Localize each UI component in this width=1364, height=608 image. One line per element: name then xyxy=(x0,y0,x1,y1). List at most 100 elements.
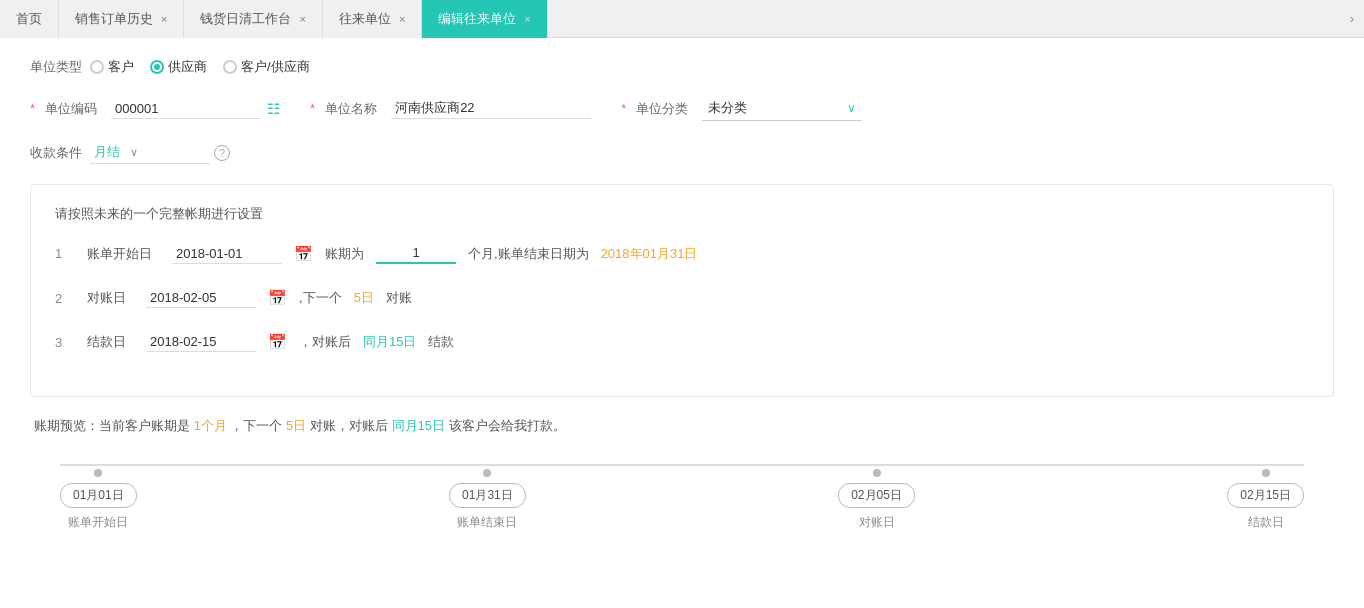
unit-category-label: 单位分类 xyxy=(636,100,688,118)
start-date-calendar-icon[interactable]: 📅 xyxy=(294,245,313,263)
period-end-date: 2018年01月31日 xyxy=(601,245,698,263)
tab-item-partner-units[interactable]: 往来单位× xyxy=(323,0,422,38)
tab-close-icon-partner-units[interactable]: × xyxy=(399,13,405,25)
row-label-3: 结款日 xyxy=(87,333,126,351)
timeline-label-2: 对账日 xyxy=(859,514,895,531)
payment-terms-help-icon[interactable]: ? xyxy=(214,145,230,161)
preview-highlight3: 同月15日 xyxy=(392,418,445,433)
preview-highlight2: 5日 xyxy=(286,418,306,433)
start-date-input[interactable] xyxy=(172,244,282,264)
tab-item-home[interactable]: 首页 xyxy=(0,0,59,38)
timeline-dot-2 xyxy=(873,469,881,477)
unit-code-label: 单位编码 xyxy=(45,100,97,118)
radio-label-both: 客户/供应商 xyxy=(241,58,310,76)
tab-close-icon-edit-partner[interactable]: × xyxy=(524,13,530,25)
timeline-dot-0 xyxy=(94,469,102,477)
timeline-node-1: 01月31日账单结束日 xyxy=(449,469,526,531)
unit-type-label: 单位类型 xyxy=(30,58,82,76)
unit-code-copy-icon[interactable]: ☷ xyxy=(267,100,280,118)
tab-item-cash-ledger[interactable]: 钱货日清工作台× xyxy=(184,0,322,38)
row-num-2: 2 xyxy=(55,291,75,306)
timeline-dot-1 xyxy=(483,469,491,477)
radio-customer[interactable]: 客户 xyxy=(90,58,134,76)
unit-code-input[interactable] xyxy=(111,99,261,119)
payment-date-calendar-icon[interactable]: 📅 xyxy=(268,333,287,351)
payment-desc-highlight: 同月15日 xyxy=(363,333,416,351)
payment-terms-row: 收款条件 月结 ∨ ? xyxy=(30,141,1334,164)
radio-supplier[interactable]: 供应商 xyxy=(150,58,207,76)
payment-date-input[interactable] xyxy=(146,332,256,352)
settings-row-3: 3 结款日 📅 ，对账后 同月15日 结款 xyxy=(55,332,1309,352)
unit-type-radio-group: 客户 供应商 客户/供应商 xyxy=(90,58,310,76)
unit-name-input[interactable] xyxy=(391,99,591,119)
reconcile-desc-suffix: 对账 xyxy=(386,289,412,307)
preview-text: 账期预览：当前客户账期是 1个月 ，下一个 5日 对账，对账后 同月15日 该客… xyxy=(30,417,1334,435)
period-label: 账期为 xyxy=(325,245,364,263)
reconcile-desc-prefix: ,下一个 xyxy=(299,289,342,307)
timeline-nodes: 01月01日账单开始日 01月31日账单结束日 02月05日对账日 02月15日结款日 xyxy=(60,469,1304,531)
tab-close-icon-sales-order-history[interactable]: × xyxy=(161,13,167,25)
timeline-badge-3: 02月15日 xyxy=(1227,483,1304,508)
timeline-node-0: 01月01日账单开始日 xyxy=(60,469,137,531)
radio-label-customer: 客户 xyxy=(108,58,134,76)
timeline-label-3: 结款日 xyxy=(1248,514,1284,531)
preview-suffix: 该客户会给我打款。 xyxy=(449,418,566,433)
timeline-label-0: 账单开始日 xyxy=(68,514,128,531)
row-num-3: 3 xyxy=(55,335,75,350)
timeline-label-1: 账单结束日 xyxy=(457,514,517,531)
reconcile-desc-highlight: 5日 xyxy=(354,289,374,307)
timeline-line xyxy=(60,464,1304,466)
required-star-name: * xyxy=(310,101,315,116)
required-star-cat: * xyxy=(621,101,626,116)
preview-highlight1: 1个月 xyxy=(194,418,227,433)
preview-mid1: ，下一个 xyxy=(230,418,282,433)
timeline-node-3: 02月15日结款日 xyxy=(1227,469,1304,531)
radio-circle-customer xyxy=(90,60,104,74)
settings-row-2: 2 对账日 📅 ,下一个 5日 对账 xyxy=(55,288,1309,308)
unit-type-row: 单位类型 客户 供应商 客户/供应商 xyxy=(30,58,1334,76)
unit-code-field: * 单位编码 ☷ xyxy=(30,99,280,119)
unit-name-label: 单位名称 xyxy=(325,100,377,118)
radio-circle-both xyxy=(223,60,237,74)
timeline-badge-2: 02月05日 xyxy=(838,483,915,508)
tabs-more-button[interactable]: › xyxy=(1340,0,1364,38)
period-unit-text: 个月,账单结束日期为 xyxy=(468,245,589,263)
radio-both[interactable]: 客户/供应商 xyxy=(223,58,310,76)
timeline: 01月01日账单开始日 01月31日账单结束日 02月05日对账日 02月15日结款日 xyxy=(30,459,1334,541)
payment-desc-suffix: 结款 xyxy=(428,333,454,351)
timeline-badge-1: 01月31日 xyxy=(449,483,526,508)
tabs-bar: 首页销售订单历史×钱货日清工作台×往来单位×编辑往来单位× › xyxy=(0,0,1364,38)
settings-box: 请按照未来的一个完整帐期进行设置 1 账单开始日 📅 账期为 个月,账单结束日期… xyxy=(30,184,1334,397)
tab-close-icon-cash-ledger[interactable]: × xyxy=(299,13,305,25)
payment-terms-arrow-icon: ∨ xyxy=(130,146,138,159)
period-value-input[interactable] xyxy=(376,243,456,264)
preview-mid2: 对账，对账后 xyxy=(310,418,388,433)
chevron-right-icon: › xyxy=(1350,11,1354,26)
unit-category-value: 未分类 xyxy=(708,99,847,117)
unit-name-field: * 单位名称 xyxy=(310,99,591,119)
unit-category-dropdown[interactable]: 未分类 ∨ xyxy=(702,96,862,121)
tab-item-sales-order-history[interactable]: 销售订单历史× xyxy=(59,0,184,38)
payment-terms-value: 月结 xyxy=(94,143,120,161)
timeline-node-2: 02月05日对账日 xyxy=(838,469,915,531)
radio-circle-supplier xyxy=(150,60,164,74)
timeline-badge-0: 01月01日 xyxy=(60,483,137,508)
timeline-dot-3 xyxy=(1262,469,1270,477)
row-label-2: 对账日 xyxy=(87,289,126,307)
unit-category-field: * 单位分类 未分类 ∨ xyxy=(621,96,862,121)
main-content: 单位类型 客户 供应商 客户/供应商 * 单位编码 ☷ * 单位名称 * 单位分类 … xyxy=(0,38,1364,608)
reconcile-date-calendar-icon[interactable]: 📅 xyxy=(268,289,287,307)
radio-label-supplier: 供应商 xyxy=(168,58,207,76)
field-row-1: * 单位编码 ☷ * 单位名称 * 单位分类 未分类 ∨ xyxy=(30,96,1334,121)
tab-item-edit-partner[interactable]: 编辑往来单位× xyxy=(422,0,547,38)
row-num-1: 1 xyxy=(55,246,75,261)
required-star-code: * xyxy=(30,101,35,116)
row-label-1: 账单开始日 xyxy=(87,245,152,263)
dropdown-arrow-icon: ∨ xyxy=(847,101,856,115)
payment-terms-label: 收款条件 xyxy=(30,144,82,162)
settings-title: 请按照未来的一个完整帐期进行设置 xyxy=(55,205,1309,223)
reconcile-date-input[interactable] xyxy=(146,288,256,308)
settings-row-1: 1 账单开始日 📅 账期为 个月,账单结束日期为 2018年01月31日 xyxy=(55,243,1309,264)
payment-terms-select[interactable]: 月结 ∨ xyxy=(90,141,210,164)
payment-desc-prefix: ，对账后 xyxy=(299,333,351,351)
